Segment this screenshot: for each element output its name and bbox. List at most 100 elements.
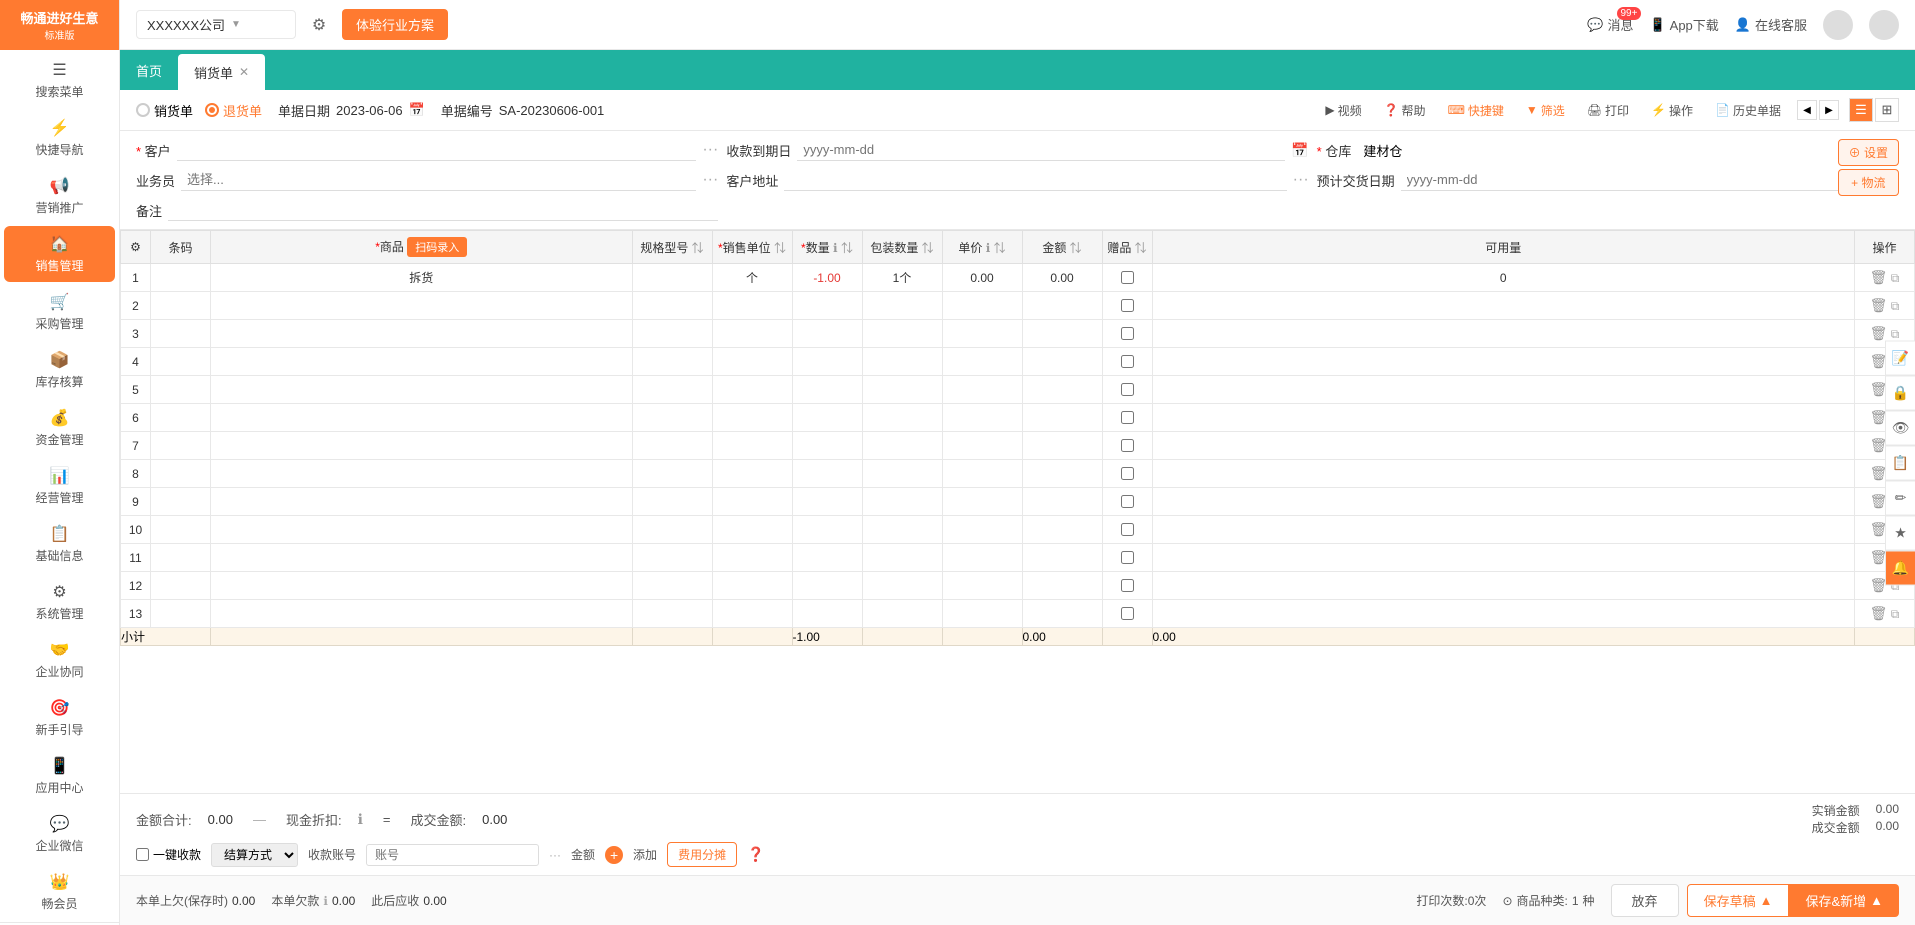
cell-price[interactable] <box>942 404 1022 432</box>
video-btn[interactable]: ▶ 视频 <box>1319 100 1367 121</box>
cell-gift[interactable] <box>1102 348 1152 376</box>
cell-unit[interactable] <box>712 544 792 572</box>
gift-checkbox[interactable] <box>1121 299 1134 312</box>
next-btn[interactable]: ▶ <box>1819 100 1839 120</box>
cell-barcode[interactable] <box>151 376 211 404</box>
cell-pack-qty[interactable] <box>862 404 942 432</box>
cell-unit[interactable] <box>712 460 792 488</box>
cell-price[interactable] <box>942 320 1022 348</box>
add-button[interactable]: + <box>605 846 623 864</box>
cell-unit[interactable] <box>712 376 792 404</box>
cell-pack-qty[interactable] <box>862 376 942 404</box>
message-button[interactable]: 💬 消息 99+ <box>1587 15 1633 34</box>
cell-price[interactable] <box>942 516 1022 544</box>
cell-unit[interactable] <box>712 432 792 460</box>
cell-amount[interactable] <box>1022 516 1102 544</box>
sidebar-item-finance[interactable]: 💰 资金管理 <box>4 400 115 456</box>
avatar-secondary[interactable] <box>1869 10 1899 40</box>
cell-gift[interactable] <box>1102 460 1152 488</box>
cell-spec[interactable] <box>632 600 712 628</box>
cell-price[interactable] <box>942 292 1022 320</box>
gift-checkbox[interactable] <box>1121 495 1134 508</box>
sidebar-item-system[interactable]: ⚙ 系统管理 <box>4 574 115 630</box>
copy-row-btn[interactable]: ⧉ <box>1891 271 1900 285</box>
delete-row-btn[interactable]: 🗑 <box>1870 269 1888 286</box>
cell-amount[interactable] <box>1022 404 1102 432</box>
gift-checkbox[interactable] <box>1121 411 1134 424</box>
cell-qty[interactable]: -1.00 <box>792 264 862 292</box>
sidebar-item-search[interactable]: ☰ 搜索菜单 <box>4 52 115 108</box>
tab-home[interactable]: 首页 <box>120 50 178 90</box>
save-new-button[interactable]: 保存&新增 ▲ <box>1789 884 1899 917</box>
cell-unit[interactable] <box>712 292 792 320</box>
sidebar-item-marketing[interactable]: 📢 营销推广 <box>4 168 115 224</box>
cell-unit[interactable] <box>712 348 792 376</box>
barcode-input[interactable] <box>155 439 206 453</box>
cell-amount[interactable] <box>1022 460 1102 488</box>
float-btn-5[interactable]: ✏ <box>1885 480 1915 515</box>
cell-product[interactable] <box>211 460 633 488</box>
cell-amount[interactable] <box>1022 292 1102 320</box>
cell-qty[interactable] <box>792 544 862 572</box>
cell-amount[interactable] <box>1022 488 1102 516</box>
gift-checkbox[interactable] <box>1121 523 1134 536</box>
float-btn-3[interactable]: 👁 <box>1885 410 1915 445</box>
cell-spec[interactable] <box>632 348 712 376</box>
debit-info-icon[interactable]: ℹ <box>323 894 328 908</box>
delete-row-btn[interactable]: 🗑 <box>1870 605 1888 622</box>
cell-amount[interactable] <box>1022 348 1102 376</box>
cell-product[interactable] <box>211 516 633 544</box>
copy-row-btn[interactable]: ⧉ <box>1891 327 1900 341</box>
cell-product[interactable] <box>211 404 633 432</box>
cell-qty[interactable] <box>792 292 862 320</box>
cell-price[interactable] <box>942 488 1022 516</box>
cell-amount[interactable] <box>1022 600 1102 628</box>
filter-btn[interactable]: ▼ 筛选 <box>1520 100 1571 121</box>
col-settings[interactable]: ⚙ <box>121 231 151 264</box>
cell-price[interactable] <box>942 432 1022 460</box>
cell-pack-qty[interactable] <box>862 572 942 600</box>
history-btn[interactable]: 📄 历史单据 <box>1709 100 1787 121</box>
one-click-payment-checkbox[interactable]: 一键收款 <box>136 846 201 863</box>
float-btn-1[interactable]: 📝 <box>1885 340 1915 375</box>
sidebar-item-quick-nav[interactable]: ⚡ 快捷导航 <box>4 110 115 166</box>
cell-pack-qty[interactable] <box>862 460 942 488</box>
cell-price[interactable] <box>942 348 1022 376</box>
gift-checkbox[interactable] <box>1121 327 1134 340</box>
cell-gift[interactable] <box>1102 376 1152 404</box>
cell-spec[interactable] <box>632 488 712 516</box>
cell-qty[interactable] <box>792 600 862 628</box>
cell-gift[interactable] <box>1102 516 1152 544</box>
cell-spec[interactable] <box>632 376 712 404</box>
cell-product[interactable] <box>211 320 633 348</box>
cell-amount[interactable] <box>1022 432 1102 460</box>
cell-price[interactable] <box>942 544 1022 572</box>
cell-amount[interactable] <box>1022 376 1102 404</box>
cell-barcode[interactable] <box>151 516 211 544</box>
help-btn[interactable]: ❓ 帮助 <box>1378 100 1432 121</box>
customer-dots-icon[interactable]: ··· <box>702 141 718 159</box>
copy-row-btn[interactable]: ⧉ <box>1891 607 1900 621</box>
cell-unit[interactable] <box>712 600 792 628</box>
cell-product[interactable]: 拆货 <box>211 264 633 292</box>
address-dots-icon[interactable]: ··· <box>1293 171 1309 189</box>
cell-unit[interactable]: 个 <box>712 264 792 292</box>
cell-price[interactable] <box>942 376 1022 404</box>
cell-gift[interactable] <box>1102 544 1152 572</box>
cell-gift[interactable] <box>1102 600 1152 628</box>
barcode-input[interactable] <box>155 607 206 621</box>
remark-input[interactable] <box>168 199 718 221</box>
expected-date-input[interactable] <box>1401 169 1876 191</box>
logistics-btn[interactable]: + 物流 <box>1838 169 1899 196</box>
cell-pack-qty[interactable] <box>862 600 942 628</box>
cell-pack-qty[interactable] <box>862 348 942 376</box>
sidebar-item-wecom[interactable]: 💬 企业微信 <box>4 806 115 862</box>
cell-product[interactable] <box>211 488 633 516</box>
gift-checkbox[interactable] <box>1121 355 1134 368</box>
delete-row-btn[interactable]: 🗑 <box>1870 297 1888 314</box>
cell-pack-qty[interactable]: 1个 <box>862 264 942 292</box>
staff-input[interactable] <box>181 169 696 191</box>
save-draft-button[interactable]: 保存草稿 ▲ <box>1687 884 1790 917</box>
cell-barcode[interactable] <box>151 320 211 348</box>
cell-qty[interactable] <box>792 404 862 432</box>
